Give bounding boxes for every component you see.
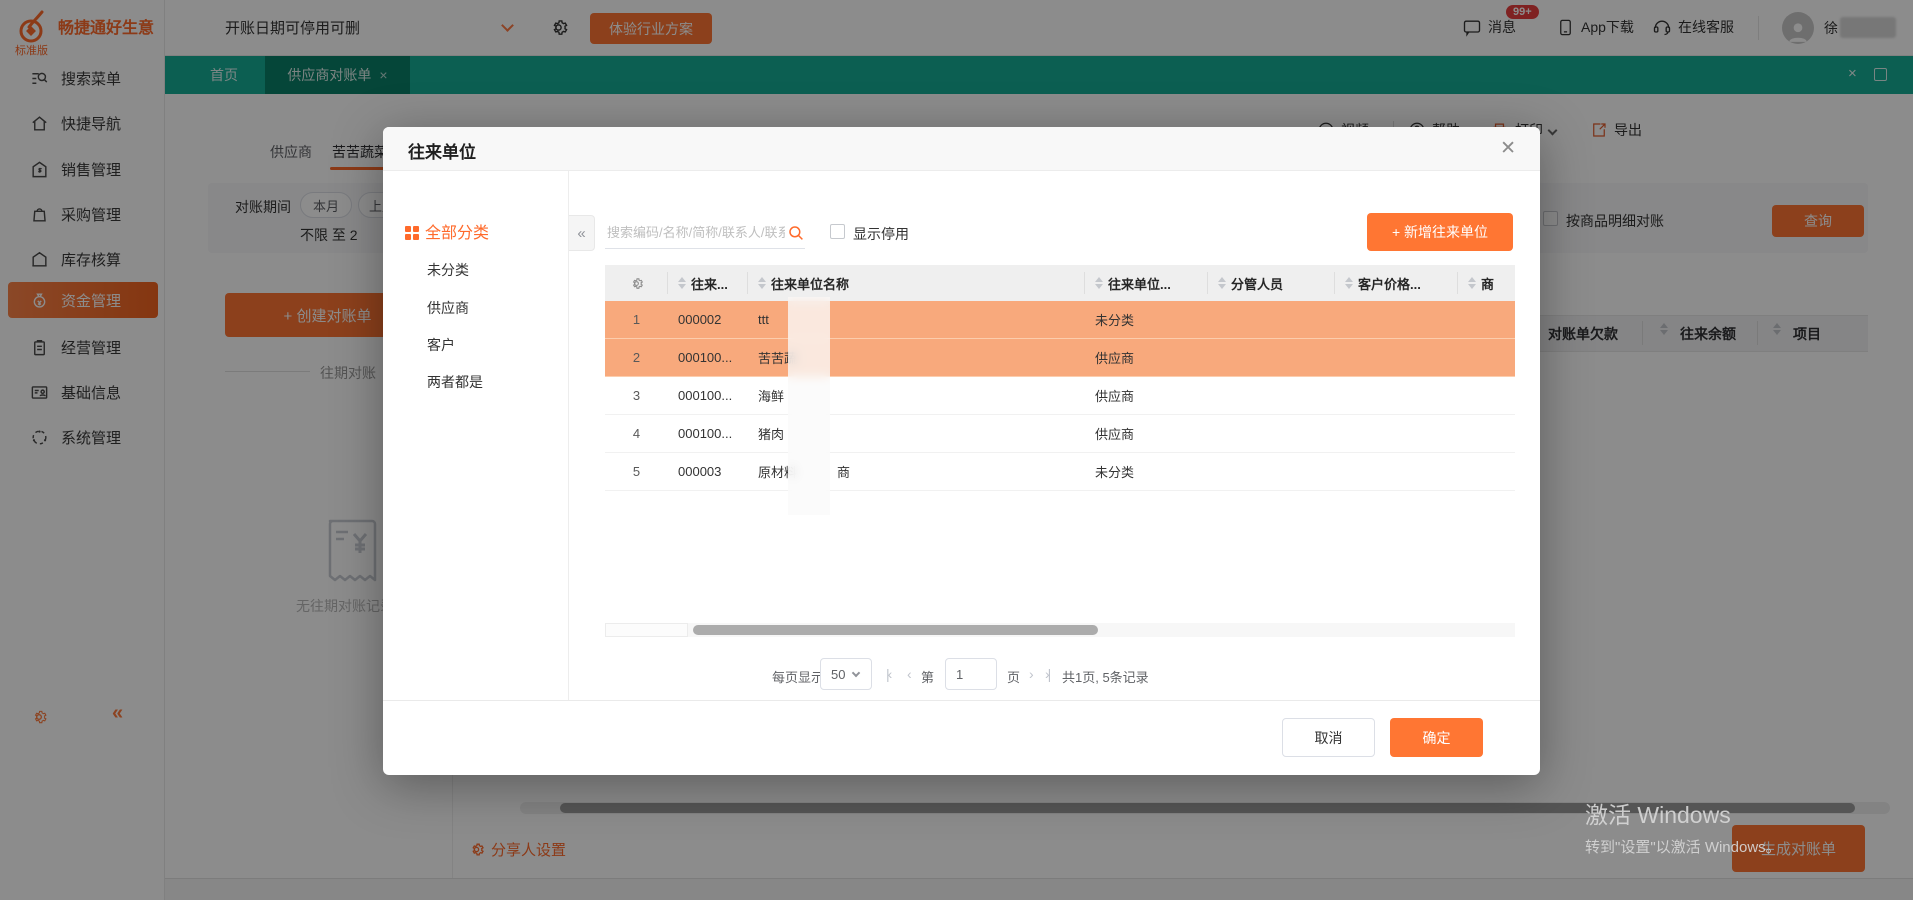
category-unclassified[interactable]: 未分类 [427,260,469,280]
column-header-manager[interactable]: 分管人员 [1208,272,1335,294]
table-row[interactable]: 2 000100... 苦苦蔬 供应商 [605,339,1515,377]
partner-select-modal: 往来单位 ✕ 全部分类 未分类 供应商 客户 两者都是 « 显示停用 + 新增往… [383,127,1540,775]
show-disabled-label: 显示停用 [853,226,909,242]
watermark-line2: 转到"设置"以激活 Windows。 [1585,839,1781,856]
column-header-type[interactable]: 往来单位... [1085,272,1208,294]
table-row[interactable]: 5 000003 原材料商 未分类 [605,453,1515,491]
app-root: 畅捷通好生意 标准版 搜索菜单 快捷导航 销售管理 采购管理 库存核算 资金管理 [0,0,1913,900]
column-header-goods[interactable]: 商 [1458,272,1515,294]
category-all[interactable]: 全部分类 [425,219,489,243]
watermark-line1: 激活 Windows [1585,802,1731,828]
next-page-icon[interactable]: › [1029,666,1033,682]
table-row[interactable]: 1 000002 ttt 未分类 [605,301,1515,339]
table-row[interactable]: 4 000100... 猪肉 供应商 [605,415,1515,453]
per-page-value: 50 [831,666,846,682]
page-number-input[interactable] [945,658,997,690]
table-scroll-corner [605,623,688,637]
modal-header: 往来单位 ✕ [383,127,1540,171]
category-grid-icon [405,226,419,240]
modal-footer-divider [383,700,1540,701]
page-suffix: 页 [1007,670,1021,685]
last-page-icon[interactable]: ›| [1045,666,1051,682]
category-customer[interactable]: 客户 [427,335,455,355]
search-box [605,217,805,249]
column-header-customer-price[interactable]: 客户价格... [1335,272,1458,294]
prev-page-icon[interactable]: ‹ [907,666,911,682]
partner-table: 往来... 往来单位名称 往来单位... 分管人员 客户价格... 商 1 00… [605,265,1515,491]
modal-close-icon[interactable]: ✕ [1500,137,1516,160]
category-supplier[interactable]: 供应商 [427,298,469,318]
confirm-button[interactable]: 确定 [1390,718,1483,757]
column-header-name[interactable]: 往来单位名称 [748,272,1085,294]
search-input[interactable] [605,224,787,241]
show-disabled-checkbox[interactable] [830,224,845,239]
per-page-chevron-down-icon [852,668,861,677]
privacy-blur-patch [788,297,830,515]
first-page-icon[interactable]: |‹ [886,666,892,682]
per-page-label: 每页显示 [772,670,825,685]
cancel-button[interactable]: 取消 [1282,718,1375,757]
collapse-panel-button[interactable]: « [569,215,595,251]
column-header-code[interactable]: 往来... [668,272,748,294]
add-partner-button[interactable]: + 新增往来单位 [1367,213,1513,251]
partner-table-header: 往来... 往来单位名称 往来单位... 分管人员 客户价格... 商 [605,265,1515,301]
page-prefix: 第 [921,670,935,685]
column-settings-gear-icon[interactable] [605,272,668,294]
pagination-summary: 共1页, 5条记录 [1062,670,1149,685]
per-page-select[interactable]: 50 [820,658,872,690]
category-both[interactable]: 两者都是 [427,372,483,392]
table-row[interactable]: 3 000100... 海鲜 供应商 [605,377,1515,415]
search-icon[interactable] [787,224,805,242]
modal-title: 往来单位 [408,143,476,162]
windows-activation-watermark: 激活 Windows 转到"设置"以激活 Windows。 [1585,796,1781,857]
table-scrollbar-thumb[interactable] [693,625,1098,635]
